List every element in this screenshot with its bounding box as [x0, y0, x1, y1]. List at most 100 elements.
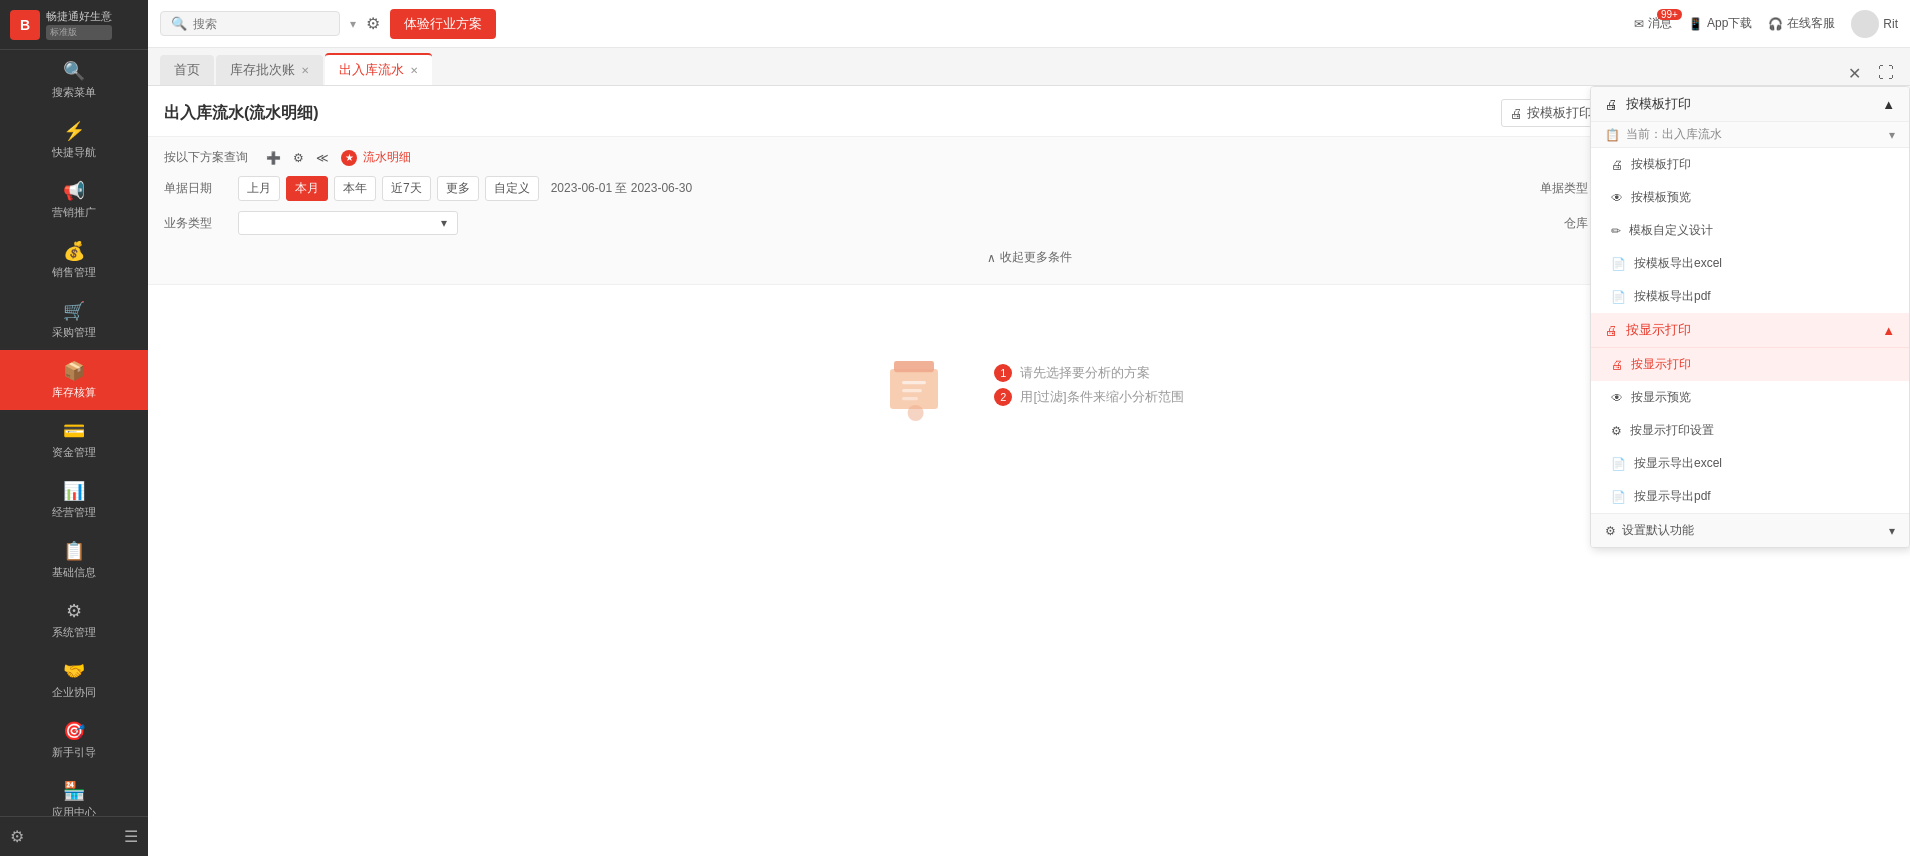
collapse-up-icon: ∧ — [987, 251, 996, 265]
display-export-pdf-item[interactable]: 📄 按显示导出pdf — [1591, 480, 1909, 513]
display-print-header[interactable]: 🖨 按显示打印 ▲ — [1591, 313, 1909, 348]
template-export-excel-icon: 📄 — [1611, 257, 1626, 271]
tab-inventory-batch-close[interactable]: ✕ — [301, 65, 309, 76]
close-window-btn[interactable]: ✕ — [1842, 61, 1866, 85]
tab-inventory-batch[interactable]: 库存批次账 ✕ — [216, 55, 323, 85]
filter-add-btn[interactable]: ➕ — [266, 151, 281, 165]
date-this-month-btn[interactable]: 本月 — [286, 176, 328, 201]
tab-bar: 首页 库存批次账 ✕ 出入库流水 ✕ ✕ ⛶ — [148, 48, 1910, 86]
display-export-excel-item[interactable]: 📄 按显示导出excel — [1591, 447, 1909, 480]
empty-state-icon — [874, 345, 954, 425]
filter-tag: ★ 流水明细 — [341, 149, 411, 166]
double-left-icon: ≪ — [316, 151, 329, 165]
set-default-arrow: ▾ — [1889, 524, 1895, 538]
message-icon: ✉ — [1634, 17, 1644, 31]
sidebar-settings-icon[interactable]: ⚙ — [10, 827, 24, 846]
collapse-conditions-btn[interactable]: ∧ 收起更多条件 — [981, 243, 1078, 272]
template-print-header-icon: 🖨 — [1605, 97, 1618, 112]
current-template-arrow: ▾ — [1889, 128, 1895, 142]
topbar-gear-icon[interactable]: ⚙ — [366, 14, 380, 33]
warehouse-label: 仓库 — [1564, 215, 1588, 232]
display-settings-icon: ⚙ — [1611, 424, 1622, 438]
filter-collapse-icon[interactable]: ≪ — [316, 151, 329, 165]
sidebar-item-sales[interactable]: 💰 销售管理 — [0, 230, 148, 290]
date-more-btn[interactable]: 更多 — [437, 176, 479, 201]
date-this-year-btn[interactable]: 本年 — [334, 176, 376, 201]
date-7days-btn[interactable]: 近7天 — [382, 176, 431, 201]
main-area: 🔍 ▾ ⚙ 体验行业方案 ✉ 消息 99+ 📱 App下载 🎧 在线客服 Rit — [148, 0, 1910, 856]
operation-icon: 📊 — [63, 480, 85, 502]
filter-section-label: 按以下方案查询 — [164, 149, 248, 166]
sidebar-item-search[interactable]: 🔍 搜索菜单 — [0, 50, 148, 110]
tab-inout-flow-close[interactable]: ✕ — [410, 65, 418, 76]
filter-settings-btn[interactable]: ⚙ — [293, 151, 304, 165]
template-export-pdf-item[interactable]: 📄 按模板导出pdf — [1591, 280, 1909, 313]
display-preview-item[interactable]: 👁 按显示预览 — [1591, 381, 1909, 414]
template-export-excel-item[interactable]: 📄 按模板导出excel — [1591, 247, 1909, 280]
template-design-item[interactable]: ✏ 模板自定义设计 — [1591, 214, 1909, 247]
set-default-footer[interactable]: ⚙ 设置默认功能 ▾ — [1591, 513, 1909, 547]
template-print-header[interactable]: 🖨 按模板打印 ▲ — [1591, 87, 1909, 122]
sidebar-item-quicknav[interactable]: ⚡ 快捷导航 — [0, 110, 148, 170]
topbar-search-box[interactable]: 🔍 — [160, 11, 340, 36]
sidebar-item-operation[interactable]: 📊 经营管理 — [0, 470, 148, 530]
biz-type-select[interactable]: ▾ — [238, 211, 458, 235]
appcenter-icon: 🏪 — [63, 780, 85, 802]
purchase-icon: 🛒 — [63, 300, 85, 322]
enterprise-icon: 🤝 — [63, 660, 85, 682]
tab-home[interactable]: 首页 — [160, 55, 214, 85]
user-avatar-area[interactable]: Rit — [1851, 10, 1898, 38]
sidebar-item-purchase-label: 采购管理 — [52, 325, 96, 340]
app-download-btn[interactable]: 📱 App下载 — [1688, 15, 1752, 32]
app-name: 畅捷通好生意 — [46, 9, 112, 23]
app-download-label: App下载 — [1707, 15, 1752, 32]
sidebar-item-newbie[interactable]: 🎯 新手引导 — [0, 710, 148, 770]
current-template-row: 📋 当前：出入库流水 ▾ — [1591, 122, 1909, 148]
basicinfo-icon: 📋 — [63, 540, 85, 562]
sidebar-item-marketing[interactable]: 📢 营销推广 — [0, 170, 148, 230]
display-print-header-icon: 🖨 — [1605, 323, 1618, 338]
sidebar-item-enterprise[interactable]: 🤝 企业协同 — [0, 650, 148, 710]
online-service-btn[interactable]: 🎧 在线客服 — [1768, 15, 1835, 32]
template-print-item[interactable]: 🖨 按模板打印 — [1591, 148, 1909, 181]
date-custom-btn[interactable]: 自定义 — [485, 176, 539, 201]
sidebar-item-system[interactable]: ⚙ 系统管理 — [0, 590, 148, 650]
template-preview-item[interactable]: 👁 按模板预览 — [1591, 181, 1909, 214]
sidebar-item-finance-label: 资金管理 — [52, 445, 96, 460]
logo-icon: B — [10, 10, 40, 40]
industry-btn[interactable]: 体验行业方案 — [390, 9, 496, 39]
display-print-item[interactable]: 🖨 按显示打印 — [1591, 348, 1909, 381]
nav-dropdown-arrow[interactable]: ▾ — [350, 17, 356, 31]
sidebar-item-finance[interactable]: 💳 资金管理 — [0, 410, 148, 470]
set-default-icon: ⚙ — [1605, 524, 1616, 538]
sidebar-item-inventory-label: 库存核算 — [52, 385, 96, 400]
search-input[interactable] — [193, 17, 323, 31]
date-last-month-btn[interactable]: 上月 — [238, 176, 280, 201]
sidebar-item-basicinfo[interactable]: 📋 基础信息 — [0, 530, 148, 590]
sidebar-item-sales-label: 销售管理 — [52, 265, 96, 280]
display-preview-icon: 👁 — [1611, 391, 1623, 405]
current-template-label: 当前：出入库流水 — [1626, 126, 1722, 143]
svg-rect-1 — [894, 361, 934, 372]
message-btn[interactable]: ✉ 消息 99+ — [1634, 15, 1672, 32]
sidebar-item-appcenter[interactable]: 🏪 应用中心 — [0, 770, 148, 816]
sidebar-logo: B 畅捷通好生意 标准版 — [0, 0, 148, 50]
maximize-window-btn[interactable]: ⛶ — [1874, 61, 1898, 85]
template-export-pdf-label: 按模板导出pdf — [1634, 288, 1711, 305]
plus-icon: ➕ — [266, 151, 281, 165]
display-print-arrow: ▲ — [1882, 323, 1895, 338]
sidebar-bottom: ⚙ ☰ — [0, 816, 148, 856]
filter-tag-icon: ★ — [341, 150, 357, 166]
sidebar-item-inventory[interactable]: 📦 库存核算 — [0, 350, 148, 410]
display-export-excel-label: 按显示导出excel — [1634, 455, 1722, 472]
tab-inout-flow[interactable]: 出入库流水 ✕ — [325, 53, 432, 85]
template-design-item-label: 模板自定义设计 — [1629, 222, 1713, 239]
sidebar-item-newbie-label: 新手引导 — [52, 745, 96, 760]
sidebar-menu-icon[interactable]: ☰ — [124, 827, 138, 846]
sidebar-item-system-label: 系统管理 — [52, 625, 96, 640]
newbie-icon: 🎯 — [63, 720, 85, 742]
display-print-settings-item[interactable]: ⚙ 按显示打印设置 — [1591, 414, 1909, 447]
sidebar-item-purchase[interactable]: 🛒 采购管理 — [0, 290, 148, 350]
sidebar-item-marketing-label: 营销推广 — [52, 205, 96, 220]
svg-rect-3 — [902, 389, 922, 392]
